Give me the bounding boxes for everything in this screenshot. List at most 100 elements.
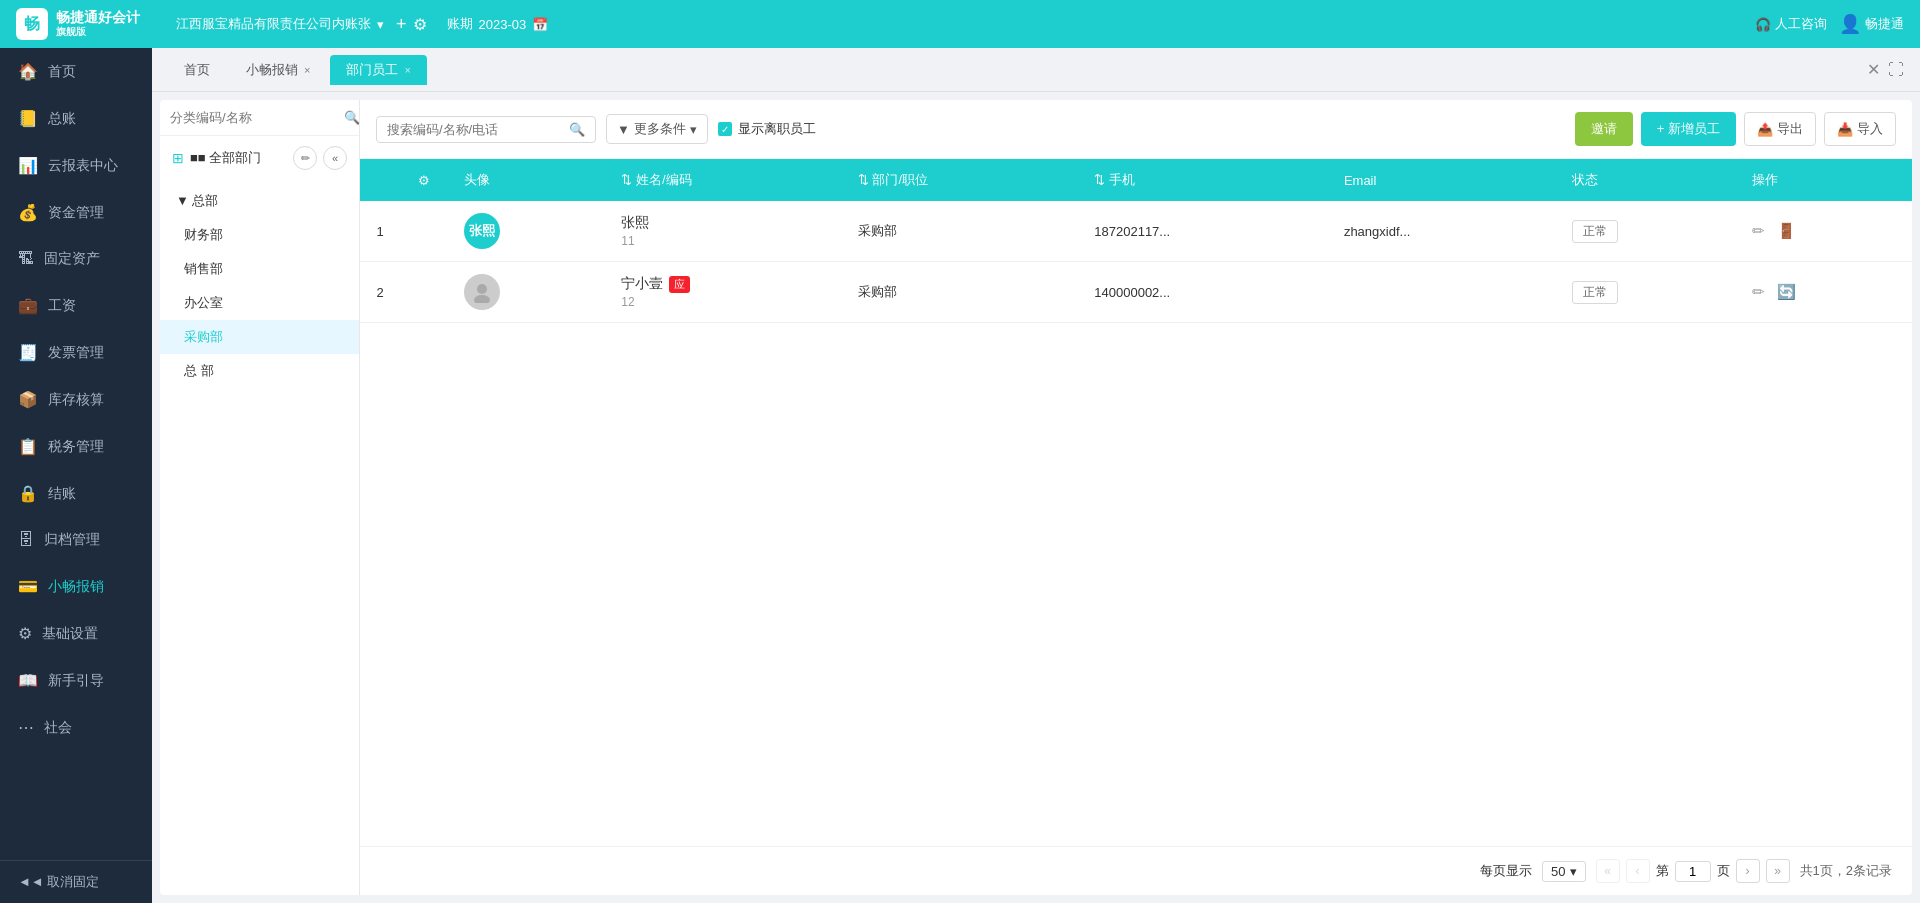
dept-purchase-label: 采购部: [184, 328, 223, 346]
period-value[interactable]: 2023-03: [479, 17, 527, 32]
reports-icon: 📊: [18, 156, 38, 175]
show-resigned-toggle[interactable]: ✓ 显示离职员工: [718, 120, 816, 138]
calendar-icon[interactable]: 📅: [532, 17, 548, 32]
all-dept-label[interactable]: ■■ 全部部门: [190, 149, 261, 167]
edit-icon[interactable]: ✏: [1752, 222, 1765, 240]
sidebar-item-guide[interactable]: 📖 新手引导: [0, 657, 152, 704]
sidebar-label-invoice: 发票管理: [48, 344, 104, 362]
add-employee-button[interactable]: + 新增员工: [1641, 112, 1736, 146]
expand-tab-button[interactable]: ⛶: [1888, 60, 1904, 79]
status-badge: 正常: [1572, 281, 1618, 304]
dept-item-sales[interactable]: 销售部: [160, 252, 359, 286]
user-label: 畅捷通: [1865, 15, 1904, 33]
tab-employees-close[interactable]: ×: [404, 64, 410, 76]
sidebar-item-tax[interactable]: 📋 税务管理: [0, 423, 152, 470]
page-number-input[interactable]: [1675, 861, 1711, 882]
page-navigation: « ‹ 第 页 › »: [1596, 859, 1790, 883]
user-avatar-icon: 👤: [1839, 13, 1861, 35]
first-page-button[interactable]: «: [1596, 859, 1620, 883]
sidebar-label-settings: 基础设置: [42, 625, 98, 643]
content-area: 首页 小畅报销 × 部门员工 × ✕ ⛶ 🔍: [152, 48, 1920, 903]
per-page-label: 每页显示: [1480, 862, 1532, 880]
main-layout: 🏠 首页 📒 总账 📊 云报表中心 💰 资金管理 🏗 固定资产 💼 工资 🧾 发…: [0, 48, 1920, 903]
prev-page-button[interactable]: ‹: [1626, 859, 1650, 883]
dept-item-office[interactable]: 办公室: [160, 286, 359, 320]
sidebar-item-home[interactable]: 🏠 首页: [0, 48, 152, 95]
tab-employees[interactable]: 部门员工 ×: [330, 55, 426, 85]
sidebar-item-payroll[interactable]: 💼 工资: [0, 282, 152, 329]
sidebar-item-assets[interactable]: 🏗 固定资产: [0, 236, 152, 282]
tab-expense[interactable]: 小畅报销 ×: [230, 55, 326, 85]
sidebar-label-assets: 固定资产: [44, 250, 100, 268]
col-dept[interactable]: ⇅ 部门/职位: [842, 159, 1078, 201]
per-page-selector[interactable]: 50 ▾: [1542, 861, 1585, 882]
sidebar-item-more[interactable]: ⋯ 社会: [0, 704, 152, 751]
row-name-code: 张熙 11: [605, 201, 841, 262]
sidebar-item-ledger[interactable]: 📒 总账: [0, 95, 152, 142]
exit-icon[interactable]: 🚪: [1777, 222, 1796, 240]
unpin-button[interactable]: ◄◄ 取消固定: [0, 860, 152, 903]
sidebar-item-expense[interactable]: 💳 小畅报销: [0, 563, 152, 610]
sidebar-item-reports[interactable]: 📊 云报表中心: [0, 142, 152, 189]
expense-icon: 💳: [18, 577, 38, 596]
company-selector[interactable]: 江西服宝精品有限责任公司内账张 ▾: [176, 15, 384, 33]
ledger-icon: 📒: [18, 109, 38, 128]
dept-item-finance[interactable]: 财务部: [160, 218, 359, 252]
sidebar-item-funds[interactable]: 💰 资金管理: [0, 189, 152, 236]
filter-button[interactable]: ▼ 更多条件 ▾: [606, 114, 708, 144]
last-page-button[interactable]: »: [1766, 859, 1790, 883]
per-page-chevron: ▾: [1570, 864, 1577, 879]
dept-item-general[interactable]: 总 部: [160, 354, 359, 388]
refresh-icon[interactable]: 🔄: [1777, 283, 1796, 301]
invite-button[interactable]: 邀请: [1575, 112, 1633, 146]
filter-icon: ▼: [617, 122, 630, 137]
col-phone[interactable]: ⇅ 手机: [1078, 159, 1328, 201]
sidebar-item-archive[interactable]: 🗄 归档管理: [0, 517, 152, 563]
col-gear[interactable]: ⚙: [400, 159, 448, 201]
dept-header: ⊞ ■■ 全部部门 ✏ «: [160, 136, 359, 180]
dept-search-input[interactable]: [170, 110, 338, 125]
add-button[interactable]: +: [396, 14, 407, 35]
home-icon: 🏠: [18, 62, 38, 81]
sidebar-item-inventory[interactable]: 📦 库存核算: [0, 376, 152, 423]
dept-tree-root[interactable]: ▼ 总部: [160, 184, 359, 218]
user-menu[interactable]: 👤 畅捷通: [1839, 13, 1904, 35]
edit-icon[interactable]: ✏: [1752, 283, 1765, 301]
status-badge: 正常: [1572, 220, 1618, 243]
collapse-dept-button[interactable]: «: [323, 146, 347, 170]
chevron-down-icon: ▾: [690, 122, 697, 137]
row-name-code: 宁小壹 应 12: [605, 262, 841, 323]
sidebar-label-expense: 小畅报销: [48, 578, 104, 596]
tab-expense-close[interactable]: ×: [304, 64, 310, 76]
close-tab-button[interactable]: ✕: [1867, 60, 1880, 79]
top-header: 畅 畅捷通好会计 旗舰版 江西服宝精品有限责任公司内账张 ▾ + ⚙ 账期 20…: [0, 0, 1920, 48]
settings-sidebar-icon: ⚙: [18, 624, 32, 643]
dept-item-purchase[interactable]: 采购部: [160, 320, 359, 354]
dept-tree: ▼ 总部 财务部 销售部 办公室 采购部: [160, 180, 359, 392]
sidebar-item-invoice[interactable]: 🧾 发票管理: [0, 329, 152, 376]
archive-icon: 🗄: [18, 531, 34, 549]
expand-arrow: ▼: [176, 193, 192, 208]
period-label: 账期: [447, 15, 473, 33]
app-title: 畅捷通好会计: [56, 9, 140, 26]
export-button[interactable]: 📤 导出: [1744, 112, 1816, 146]
resigned-checkbox: ✓: [718, 122, 732, 136]
import-button[interactable]: 📥 导入: [1824, 112, 1896, 146]
row-gear: [400, 262, 448, 323]
table-row: 1 张熙 张熙 11: [360, 201, 1912, 262]
row-avatar: 张熙: [448, 201, 605, 262]
settings-icon[interactable]: ⚙: [413, 15, 427, 34]
tab-home[interactable]: 首页: [168, 55, 226, 85]
col-name[interactable]: ⇅ 姓名/编码: [605, 159, 841, 201]
employee-name: 张熙: [621, 214, 649, 232]
service-button[interactable]: 🎧 人工咨询: [1755, 15, 1827, 33]
employee-search-input[interactable]: [387, 122, 563, 137]
sidebar-item-closing[interactable]: 🔒 结账: [0, 470, 152, 517]
filter-label: 更多条件: [634, 120, 686, 138]
sidebar-item-settings[interactable]: ⚙ 基础设置: [0, 610, 152, 657]
row-status: 正常: [1556, 201, 1736, 262]
all-dept-icon: ⊞: [172, 150, 184, 166]
add-dept-button[interactable]: ✏: [293, 146, 317, 170]
next-page-button[interactable]: ›: [1736, 859, 1760, 883]
dept-panel: 🔍 ⊞ ■■ 全部部门 ✏ « ▼ 总部: [160, 100, 360, 895]
